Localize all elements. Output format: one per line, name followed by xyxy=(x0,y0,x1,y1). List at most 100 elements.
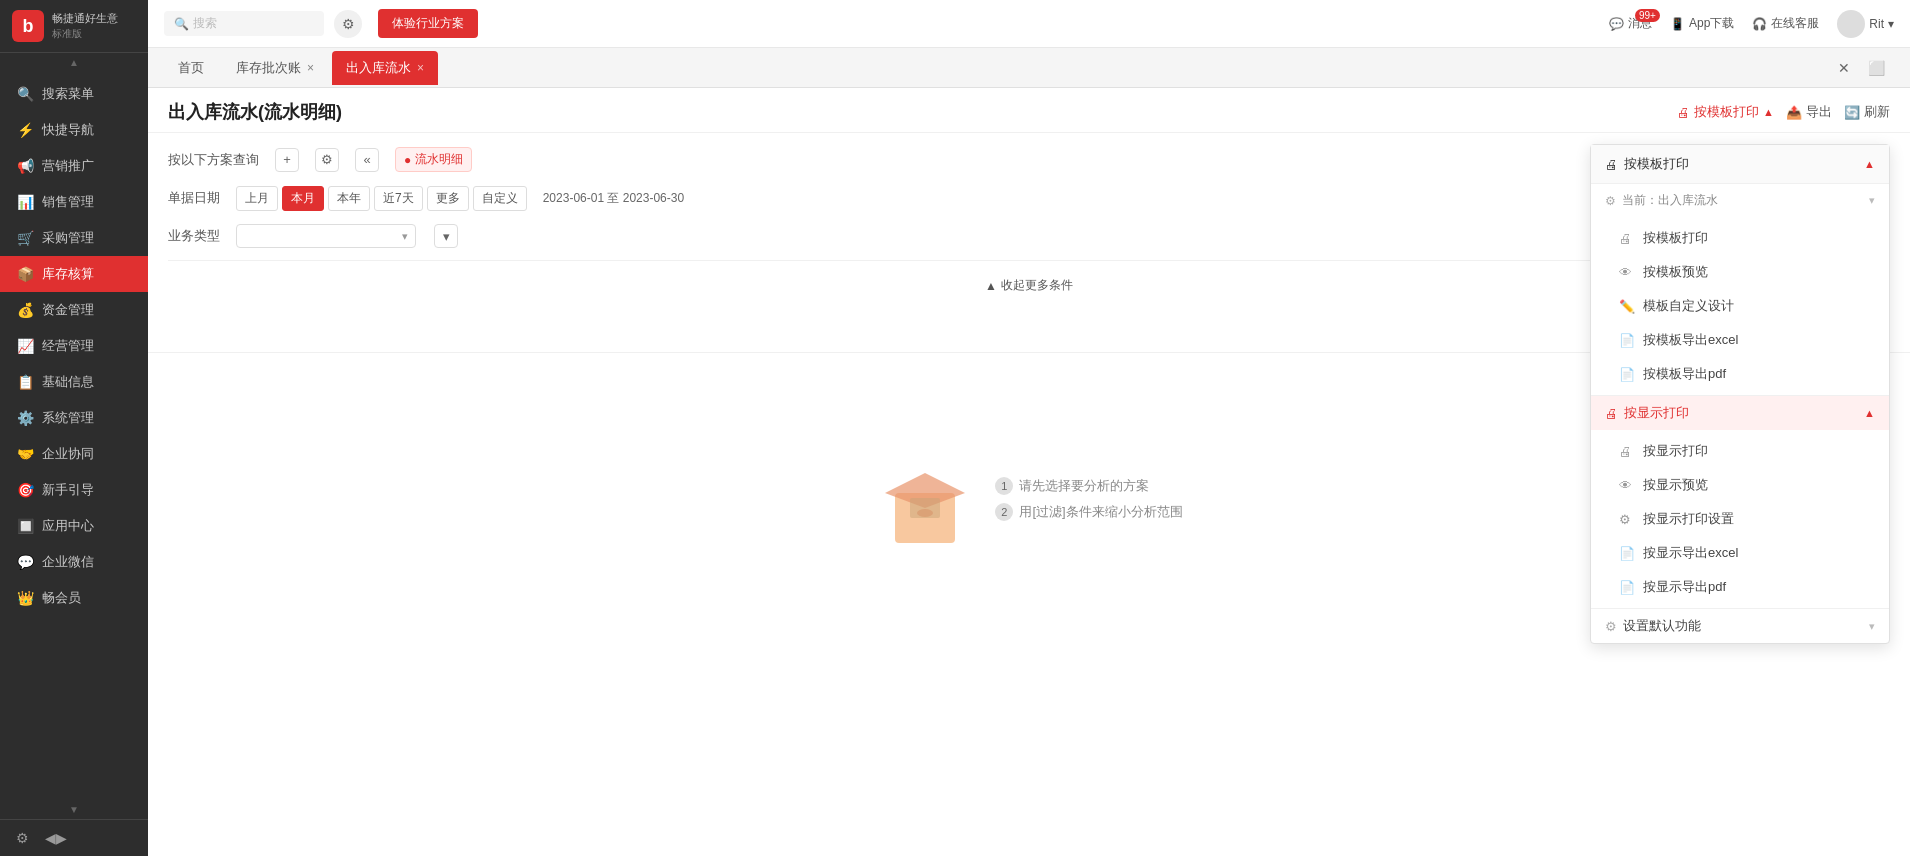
sidebar-item-label: 搜索菜单 xyxy=(42,85,132,103)
printer-icon: 🖨 xyxy=(1677,105,1690,120)
export-btn[interactable]: 📤 导出 xyxy=(1786,103,1832,121)
dropdown-item-label: 模板自定义设计 xyxy=(1643,297,1734,315)
date-btn-more[interactable]: 更多 xyxy=(427,186,469,211)
tab-home[interactable]: 首页 xyxy=(164,51,218,85)
megaphone-icon: 📢 xyxy=(16,158,34,174)
sidebar-item-quick-nav[interactable]: ⚡ 快捷导航 xyxy=(0,112,148,148)
sidebar-item-label: 畅会员 xyxy=(42,589,132,607)
date-btn-current-month[interactable]: 本月 xyxy=(282,186,324,211)
current-icon: ⚙ xyxy=(1605,194,1616,208)
sidebar-item-label: 销售管理 xyxy=(42,193,132,211)
scroll-up-btn[interactable]: ▲ xyxy=(0,53,148,72)
sidebar-item-search[interactable]: 🔍 搜索菜单 xyxy=(0,76,148,112)
online-service-btn[interactable]: 🎧 在线客服 xyxy=(1752,15,1819,32)
date-btn-current-year[interactable]: 本年 xyxy=(328,186,370,211)
section-chevron-up[interactable]: ▲ xyxy=(1864,407,1875,419)
refresh-btn[interactable]: 🔄 刷新 xyxy=(1844,103,1890,121)
tab-close-btn[interactable]: × xyxy=(307,61,314,75)
dropdown-display-export-excel[interactable]: 📄 按显示导出excel xyxy=(1591,536,1889,570)
sidebar-item-label: 企业微信 xyxy=(42,553,132,571)
sidebar-item-app-center[interactable]: 🔲 应用中心 xyxy=(0,508,148,544)
dropdown-template-export-pdf[interactable]: 📄 按模板导出pdf xyxy=(1591,357,1889,391)
dropdown-display-export-pdf[interactable]: 📄 按显示导出pdf xyxy=(1591,570,1889,604)
sidebar-item-purchase[interactable]: 🛒 采购管理 xyxy=(0,220,148,256)
scroll-down-btn[interactable]: ▼ xyxy=(0,800,148,819)
current-label-text: 当前：出入库流水 xyxy=(1622,192,1718,209)
current-chevron[interactable]: ▾ xyxy=(1869,194,1875,207)
business-type-select[interactable] xyxy=(236,224,416,248)
printer-icon: 🖨 xyxy=(1605,157,1618,172)
sidebar-item-operations[interactable]: 📈 经营管理 xyxy=(0,328,148,364)
sidebar-item-wechat[interactable]: 💬 企业微信 xyxy=(0,544,148,580)
maximize-window-btn[interactable]: ⬜ xyxy=(1862,54,1890,82)
dropdown-item-label: 按模板预览 xyxy=(1643,263,1708,281)
sidebar-item-basic-info[interactable]: 📋 基础信息 xyxy=(0,364,148,400)
dropdown-item-label: 按显示导出pdf xyxy=(1643,578,1726,596)
headset-icon: 🎧 xyxy=(1752,17,1767,31)
sidebar-item-label: 系统管理 xyxy=(42,409,132,427)
dropdown-display-print-settings[interactable]: ⚙ 按显示打印设置 xyxy=(1591,502,1889,536)
sidebar-item-label: 基础信息 xyxy=(42,373,132,391)
dropdown-template-preview[interactable]: 👁 按模板预览 xyxy=(1591,255,1889,289)
sidebar-item-finance[interactable]: 💰 资金管理 xyxy=(0,292,148,328)
pdf-icon: 📄 xyxy=(1619,580,1635,595)
refresh-icon: 🔄 xyxy=(1844,105,1860,120)
collapse-sidebar-icon[interactable]: ◀▶ xyxy=(45,830,67,846)
chevron-up-icon: ▲ xyxy=(985,279,997,293)
active-scheme-tag[interactable]: ● 流水明细 xyxy=(395,147,472,172)
dropdown-chevron-up[interactable]: ▲ xyxy=(1864,158,1875,170)
step2-text: 用[过滤]条件来缩小分析范围 xyxy=(1019,503,1182,521)
empty-text: 1 请先选择要分析的方案 2 用[过滤]条件来缩小分析范围 xyxy=(995,477,1182,529)
dropdown-display-preview[interactable]: 👁 按显示预览 xyxy=(1591,468,1889,502)
user-profile[interactable]: Rit ▾ xyxy=(1837,10,1894,38)
tab-batch-accounts[interactable]: 库存批次账 × xyxy=(222,51,328,85)
dropdown-display-print[interactable]: 🖨 按显示打印 xyxy=(1591,434,1889,468)
edit-icon: ✏️ xyxy=(1619,299,1635,314)
sidebar-item-marketing[interactable]: 📢 营销推广 xyxy=(0,148,148,184)
scheme-settings-btn[interactable]: ⚙ xyxy=(315,148,339,172)
add-scheme-btn[interactable]: + xyxy=(275,148,299,172)
dropdown-template-custom[interactable]: ✏️ 模板自定义设计 xyxy=(1591,289,1889,323)
display-print-section-icon: 🖨 xyxy=(1605,406,1618,421)
template-print-btn[interactable]: 🖨 按模板打印 ▲ xyxy=(1677,103,1774,121)
export-icon: 📤 xyxy=(1786,105,1802,120)
sidebar-item-label: 资金管理 xyxy=(42,301,132,319)
trial-btn[interactable]: 体验行业方案 xyxy=(378,9,478,38)
close-window-btn[interactable]: ✕ xyxy=(1830,54,1858,82)
tab-inout-flow[interactable]: 出入库流水 × xyxy=(332,51,438,85)
business-type-dropdown-btn[interactable]: ▾ xyxy=(434,224,458,248)
sidebar-item-guide[interactable]: 🎯 新手引导 xyxy=(0,472,148,508)
date-btn-7days[interactable]: 近7天 xyxy=(374,186,423,211)
settings-button[interactable]: ⚙ xyxy=(334,10,362,38)
online-service-label: 在线客服 xyxy=(1771,15,1819,32)
avatar xyxy=(1837,10,1865,38)
default-settings-chevron[interactable]: ▾ xyxy=(1869,620,1875,633)
dropdown-template-export-excel[interactable]: 📄 按模板导出excel xyxy=(1591,323,1889,357)
dropdown-title-label: 按模板打印 xyxy=(1624,155,1689,173)
date-btn-custom[interactable]: 自定义 xyxy=(473,186,527,211)
sidebar-item-cooperation[interactable]: 🤝 企业协同 xyxy=(0,436,148,472)
tab-close-btn[interactable]: × xyxy=(417,61,424,75)
scheme-tag-icon: ● xyxy=(404,153,411,167)
app-download-label: App下载 xyxy=(1689,15,1734,32)
dropdown-item-label: 按模板打印 xyxy=(1643,229,1708,247)
printer-icon: 🖨 xyxy=(1619,231,1635,246)
date-range-display: 2023-06-01 至 2023-06-30 xyxy=(543,190,684,207)
sidebar-item-sales[interactable]: 📊 销售管理 xyxy=(0,184,148,220)
dropdown-template-print[interactable]: 🖨 按模板打印 xyxy=(1591,221,1889,255)
grid-icon: 🔲 xyxy=(16,518,34,534)
sidebar-item-inventory[interactable]: 📦 库存核算 xyxy=(0,256,148,292)
sidebar-item-system[interactable]: ⚙️ 系统管理 xyxy=(0,400,148,436)
settings-icon[interactable]: ⚙ xyxy=(16,830,29,846)
header-search[interactable]: 🔍 搜索 xyxy=(164,11,324,36)
filter-scheme-label: 按以下方案查询 xyxy=(168,151,259,169)
sidebar-item-member[interactable]: 👑 畅会员 xyxy=(0,580,148,616)
app-download-btn[interactable]: 📱 App下载 xyxy=(1670,15,1734,32)
collapse-scheme-btn[interactable]: « xyxy=(355,148,379,172)
date-btn-last-month[interactable]: 上月 xyxy=(236,186,278,211)
user-name: Rit xyxy=(1869,17,1884,31)
tab-label: 库存批次账 xyxy=(236,59,301,77)
cart-icon: 🛒 xyxy=(16,230,34,246)
sidebar-bottom: ⚙ ◀▶ xyxy=(0,819,148,856)
message-btn[interactable]: 💬 消息 99+ xyxy=(1609,15,1652,32)
